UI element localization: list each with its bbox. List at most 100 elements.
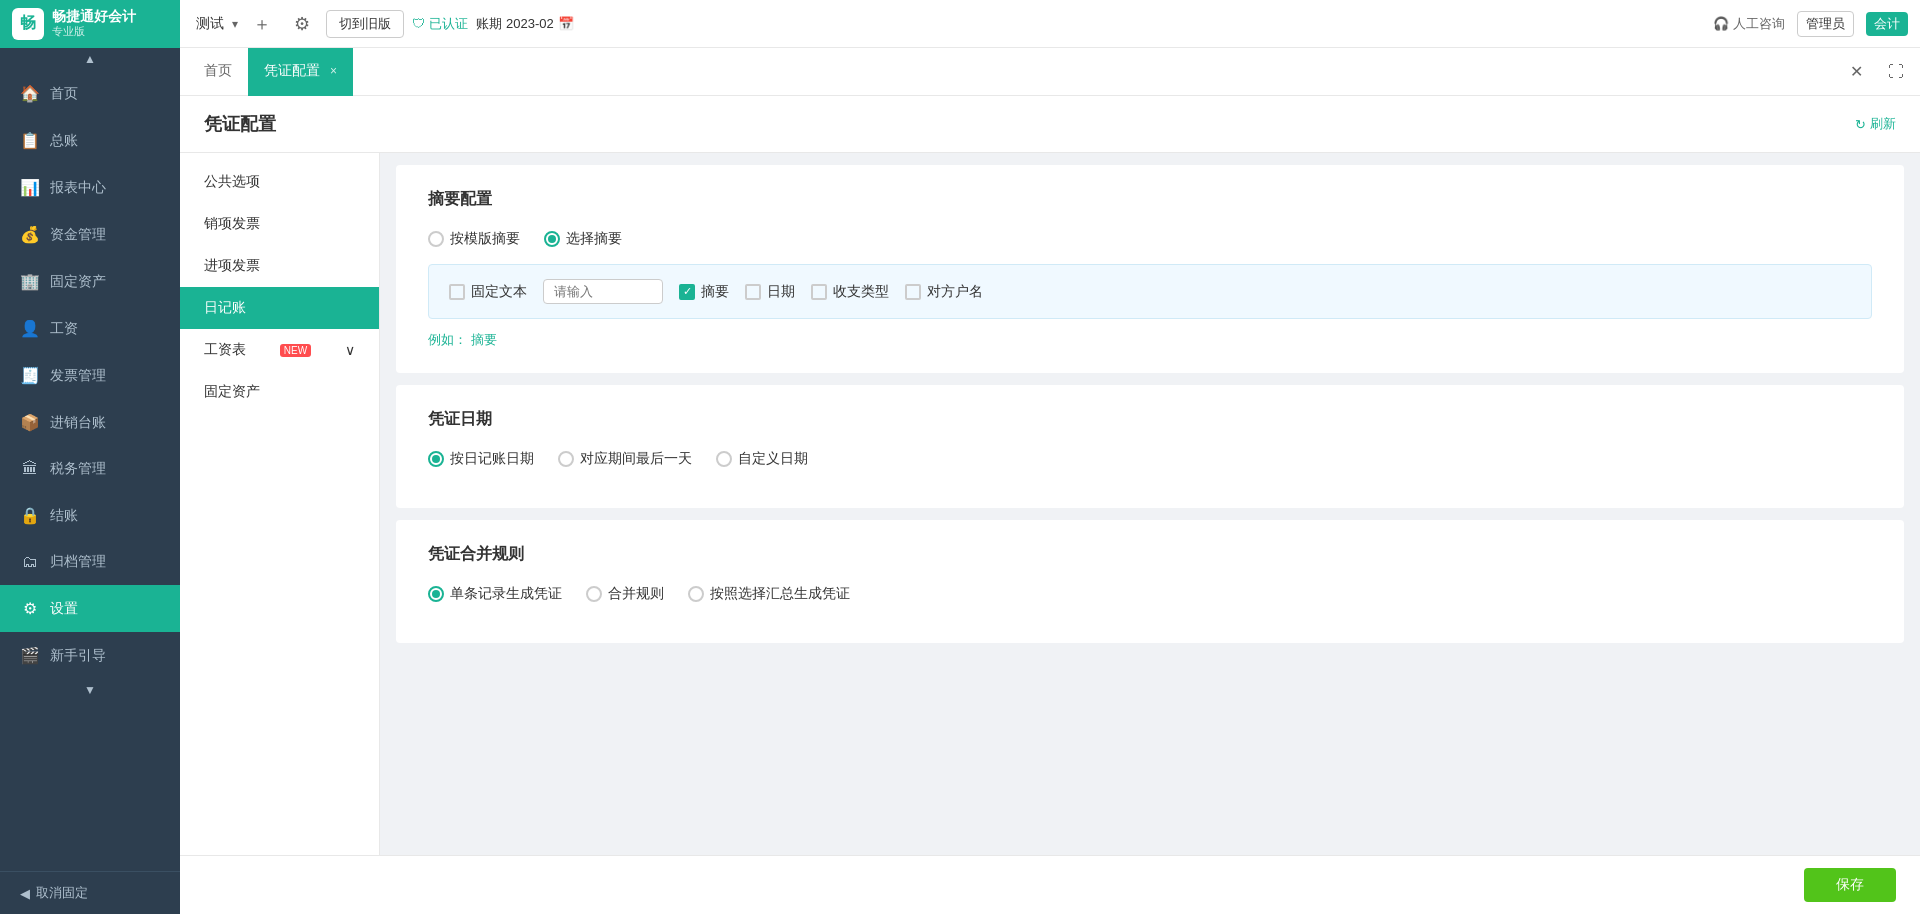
fixed-text-input[interactable] [543,279,663,304]
add-button[interactable]: ＋ [246,8,278,40]
sidebar-label-tax: 税务管理 [50,460,106,478]
main-layout: ▲ 🏠 首页 📋 总账 📊 报表中心 💰 资金管理 🏢 固定资产 👤 工资 🧾 … [0,48,1920,914]
home-icon: 🏠 [20,84,40,103]
tab-home[interactable]: 首页 [188,48,248,96]
fixed-text-checkbox [449,284,465,300]
nav-item-payroll-table[interactable]: 工资表 NEW ∨ [180,329,379,371]
sidebar-scroll-up[interactable]: ▲ [0,48,180,70]
sidebar: ▲ 🏠 首页 📋 总账 📊 报表中心 💰 资金管理 🏢 固定资产 👤 工资 🧾 … [0,48,180,914]
checkbox-pay-type[interactable]: 收支类型 [811,283,889,301]
date-section-title: 凭证日期 [428,409,1872,430]
headset-icon: 🎧 [1713,16,1729,31]
user-tag[interactable]: 管理员 [1797,11,1854,37]
radio-single-record[interactable]: 单条记录生成凭证 [428,585,562,603]
tab-config-label: 凭证配置 [264,62,320,80]
fullscreen-button[interactable]: ⛶ [1880,56,1912,88]
sidebar-scroll-down[interactable]: ▼ [0,679,180,701]
settings-icon-button[interactable]: ⚙ [286,8,318,40]
checkbox-summary[interactable]: ✓ 摘要 [679,283,729,301]
sidebar-label-reports: 报表中心 [50,179,106,197]
sidebar-item-tax[interactable]: 🏛 税务管理 [0,446,180,492]
sidebar-item-settings[interactable]: ⚙ 设置 [0,585,180,632]
radio-custom-date[interactable]: 自定义日期 [716,450,808,468]
switch-old-version-button[interactable]: 切到旧版 [326,10,404,38]
sidebar-item-archive[interactable]: 🗂 归档管理 [0,539,180,585]
settings-icon: ⚙ [20,599,40,618]
summary-checkbox-row: 固定文本 ✓ 摘要 日期 [428,264,1872,319]
nav-item-fixed-assets[interactable]: 固定资产 [180,371,379,413]
chevron-down-icon: ∨ [345,342,355,358]
sidebar-item-invoice[interactable]: 🧾 发票管理 [0,352,180,399]
close-tab-button[interactable]: ✕ [1840,56,1872,88]
sidebar-item-home[interactable]: 🏠 首页 [0,70,180,117]
header-right: 🎧 人工咨询 管理员 会计 [1713,11,1908,37]
summary-config-section: 摘要配置 按模版摘要 选择摘要 [396,165,1904,373]
sidebar-item-reports[interactable]: 📊 报表中心 [0,164,180,211]
sidebar-item-payroll[interactable]: 👤 工资 [0,305,180,352]
checkbox-date[interactable]: 日期 [745,283,795,301]
sidebar-label-funds: 资金管理 [50,226,106,244]
shield-icon: 🛡 [412,16,425,31]
date-checkbox [745,284,761,300]
reports-icon: 📊 [20,178,40,197]
sidebar-label-guide: 新手引导 [50,647,106,665]
content-area: 首页 凭证配置 × ✕ ⛶ 凭证配置 ↻ 刷新 [180,48,1920,914]
page-title: 凭证配置 [204,112,276,152]
cancel-pin-button[interactable]: ◀ 取消固定 [0,871,180,914]
tab-voucher-config[interactable]: 凭证配置 × [248,48,353,96]
app-title-area: 畅 畅捷通好会计 专业版 [0,0,180,48]
page-header: 凭证配置 ↻ 刷新 [180,96,1920,153]
sidebar-label-payroll: 工资 [50,320,78,338]
assets-icon: 🏢 [20,272,40,291]
merge-config-section: 凭证合并规则 单条记录生成凭证 合并规则 [396,520,1904,643]
left-nav: 公共选项 销项发票 进项发票 日记账 工资表 NEW ∨ [180,153,380,855]
nav-item-sales-invoice[interactable]: 销项发票 [180,203,379,245]
nav-item-purchase-invoice[interactable]: 进项发票 [180,245,379,287]
guide-icon: 🎬 [20,646,40,665]
sidebar-label-close: 结账 [50,507,78,525]
calendar-icon[interactable]: 📅 [558,16,574,31]
refresh-button[interactable]: ↻ 刷新 [1855,115,1896,149]
header-chevron-icon[interactable]: ▾ [232,17,238,31]
tab-close-button[interactable]: × [330,64,337,78]
archive-icon: 🗂 [20,553,40,571]
radio-template-summary[interactable]: 按模版摘要 [428,230,520,248]
sidebar-item-close-account[interactable]: 🔒 结账 [0,492,180,539]
radio-merge-rule[interactable]: 合并规则 [586,585,664,603]
nav-item-journal[interactable]: 日记账 [180,287,379,329]
summary-checkbox: ✓ [679,284,695,300]
refresh-icon: ↻ [1855,117,1866,132]
checkbox-counterparty[interactable]: 对方户名 [905,283,983,301]
date-radio-group: 按日记账日期 对应期间最后一天 自定义日期 [428,450,1872,468]
sidebar-item-funds[interactable]: 💰 资金管理 [0,211,180,258]
radio-select-merge[interactable]: 按照选择汇总生成凭证 [688,585,850,603]
sales-icon: 📦 [20,413,40,432]
sidebar-item-guide[interactable]: 🎬 新手引导 [0,632,180,679]
period-last-circle [558,451,574,467]
top-header: 畅 畅捷通好会计 专业版 测试 ▾ ＋ ⚙ 切到旧版 🛡 已认证 账期 2023… [0,0,1920,48]
payroll-icon: 👤 [20,319,40,338]
radio-journal-date[interactable]: 按日记账日期 [428,450,534,468]
sidebar-item-assets[interactable]: 🏢 固定资产 [0,258,180,305]
single-record-circle [428,586,444,602]
summary-radio-group: 按模版摘要 选择摘要 [428,230,1872,248]
radio-period-last[interactable]: 对应期间最后一天 [558,450,692,468]
sidebar-label-invoice: 发票管理 [50,367,106,385]
date-config-section: 凭证日期 按日记账日期 对应期间最后一天 [396,385,1904,508]
app-edition: 专业版 [52,24,136,39]
sidebar-item-sales[interactable]: 📦 进销台账 [0,399,180,446]
tab-bar: 首页 凭证配置 × ✕ ⛶ [180,48,1920,96]
save-button[interactable]: 保存 [1804,868,1896,902]
sidebar-item-ledger[interactable]: 📋 总账 [0,117,180,164]
header-project: 测试 [196,15,224,33]
page-content: 凭证配置 ↻ 刷新 公共选项 销项发票 进项发票 [180,96,1920,914]
sidebar-label-ledger: 总账 [50,132,78,150]
nav-item-public[interactable]: 公共选项 [180,161,379,203]
example-text: 例如： 摘要 [428,331,1872,349]
consult-button[interactable]: 🎧 人工咨询 [1713,15,1785,33]
sidebar-label-home: 首页 [50,85,78,103]
radio-select-summary[interactable]: 选择摘要 [544,230,622,248]
radio-select-circle [544,231,560,247]
ledger-icon: 📋 [20,131,40,150]
checkbox-fixed-text[interactable]: 固定文本 [449,283,527,301]
